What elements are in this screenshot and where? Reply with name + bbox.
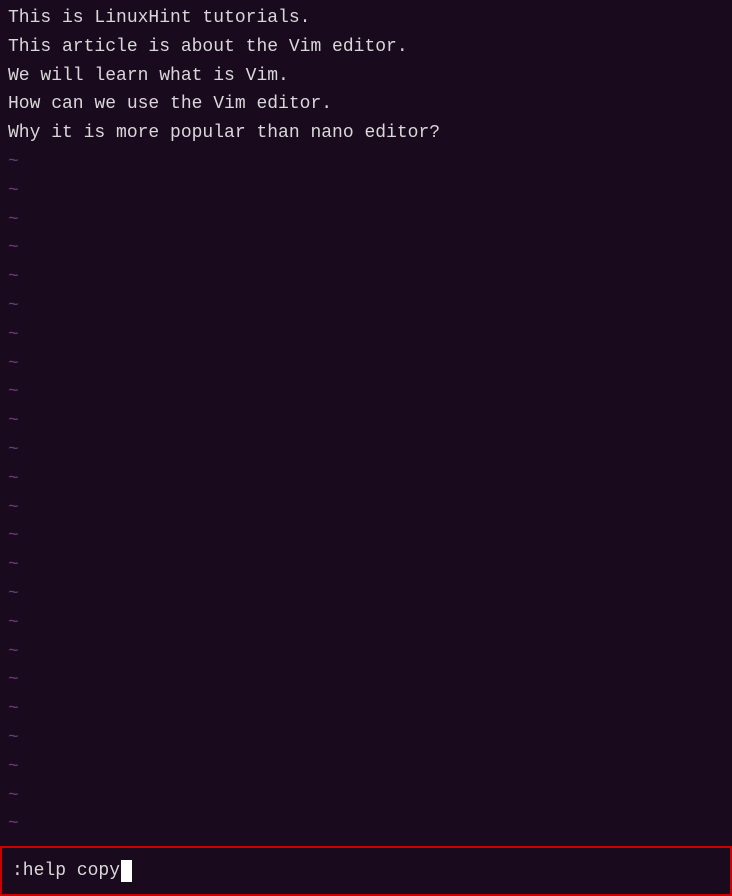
tilde-line: ~ <box>8 551 724 580</box>
content-line-4: How can we use the Vim editor. <box>8 90 724 119</box>
editor-body[interactable]: This is LinuxHint tutorials. This articl… <box>0 0 732 846</box>
content-line-3: We will learn what is Vim. <box>8 62 724 91</box>
tilde-line: ~ <box>8 753 724 782</box>
tilde-line: ~ <box>8 234 724 263</box>
tilde-line: ~ <box>8 206 724 235</box>
command-input[interactable]: :help copy <box>12 860 132 882</box>
tilde-line: ~ <box>8 494 724 523</box>
tilde-line: ~ <box>8 609 724 638</box>
vim-editor: This is LinuxHint tutorials. This articl… <box>0 0 732 896</box>
content-line-5: Why it is more popular than nano editor? <box>8 119 724 148</box>
tilde-line: ~ <box>8 638 724 667</box>
tilde-line: ~ <box>8 666 724 695</box>
command-value: :help copy <box>12 861 120 881</box>
tilde-line: ~ <box>8 839 724 846</box>
tilde-line: ~ <box>8 465 724 494</box>
content-line-2: This article is about the Vim editor. <box>8 33 724 62</box>
status-bar[interactable]: :help copy <box>0 846 732 896</box>
tilde-line: ~ <box>8 522 724 551</box>
tilde-line: ~ <box>8 263 724 292</box>
tilde-line: ~ <box>8 810 724 839</box>
tilde-line: ~ <box>8 321 724 350</box>
tilde-line: ~ <box>8 350 724 379</box>
tilde-line: ~ <box>8 407 724 436</box>
tilde-line: ~ <box>8 724 724 753</box>
tilde-line: ~ <box>8 177 724 206</box>
cursor <box>121 860 132 882</box>
tilde-line: ~ <box>8 148 724 177</box>
tilde-line: ~ <box>8 782 724 811</box>
content-line-1: This is LinuxHint tutorials. <box>8 4 724 33</box>
tilde-line: ~ <box>8 378 724 407</box>
tilde-line: ~ <box>8 695 724 724</box>
tilde-line: ~ <box>8 436 724 465</box>
tilde-line: ~ <box>8 292 724 321</box>
tilde-line: ~ <box>8 580 724 609</box>
